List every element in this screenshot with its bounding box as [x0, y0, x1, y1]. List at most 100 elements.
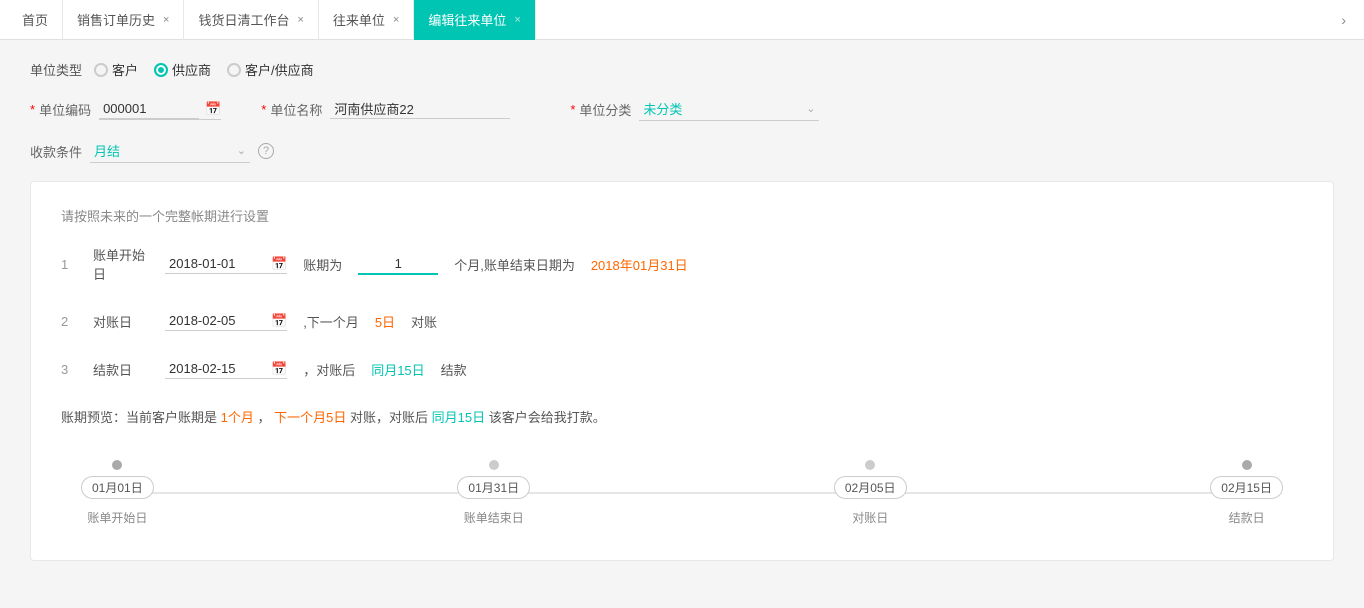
panel-hint: 请按照未来的一个完整帐期进行设置: [61, 206, 1303, 225]
unit-type-field: 单位类型 客户 供应商 客户/供应商: [30, 60, 314, 79]
reconcile-date-input-wrapper: 📅: [165, 311, 287, 331]
tab-partner-close[interactable]: ×: [393, 14, 399, 26]
setting-row-1: 1 账单开始日 📅 账期为 个月,账单结束日期为 2018年01月31日: [61, 245, 1303, 283]
start-date-input-wrapper: 📅: [165, 254, 287, 274]
payment-condition-value: 月结: [94, 141, 233, 160]
payment-date-input[interactable]: [165, 359, 265, 378]
payment-condition-field: 收款条件 月结 ⌄ ?: [30, 139, 274, 163]
node-caption-end: 账单结束日: [464, 509, 524, 526]
unit-category-required: *: [570, 102, 575, 117]
timeline: 01月01日 账单开始日 01月31日 账单结束日 02月05日 对账日 02月…: [61, 450, 1303, 536]
preview-mid: 对账，对账后: [350, 410, 428, 425]
row-num-3: 3: [61, 362, 81, 377]
unit-type-radio-group: 客户 供应商 客户/供应商: [94, 60, 314, 79]
unit-category-field: * 单位分类 未分类 ⌄: [570, 97, 819, 121]
preview-comma1: ，: [258, 410, 271, 425]
unit-code-input-wrapper: 📅: [99, 99, 221, 120]
settings-panel: 请按照未来的一个完整帐期进行设置 1 账单开始日 📅 账期为 个月,账单结束日期…: [30, 181, 1334, 561]
preview-part2: 下一个月5日: [274, 410, 346, 425]
payment-suffix: 结款: [441, 360, 467, 379]
row-num-1: 1: [61, 257, 81, 272]
preview-part3: 同月15日: [432, 410, 485, 425]
payment-condition-row: 收款条件 月结 ⌄ ?: [30, 139, 1334, 163]
unit-code-field: * 单位编码 📅: [30, 99, 221, 120]
tab-sales-history[interactable]: 销售订单历史 ×: [63, 0, 184, 40]
tabs-bar: 首页 销售订单历史 × 钱货日清工作台 × 往来单位 × 编辑往来单位 × ›: [0, 0, 1364, 40]
period-label: 账期为: [303, 255, 342, 274]
node-label-reconcile: 02月05日: [834, 476, 907, 499]
row-type-3: 结款日: [93, 360, 153, 379]
node-dot-reconcile: [865, 460, 875, 470]
unit-code-input[interactable]: [99, 99, 199, 119]
radio-supplier[interactable]: 供应商: [154, 60, 211, 79]
node-dot-start: [112, 460, 122, 470]
row-num-2: 2: [61, 314, 81, 329]
reconcile-highlight: 5日: [375, 312, 395, 331]
timeline-nodes: 01月01日 账单开始日 01月31日 账单结束日 02月05日 对账日 02月…: [81, 460, 1283, 526]
reconcile-date-calendar-icon[interactable]: 📅: [271, 313, 287, 329]
node-caption-payment: 结款日: [1229, 509, 1265, 526]
row-type-2: 对账日: [93, 312, 153, 331]
unit-name-input[interactable]: [330, 99, 510, 119]
node-caption-start: 账单开始日: [87, 509, 147, 526]
unit-name-label: 单位名称: [270, 100, 322, 119]
tab-edit-partner[interactable]: 编辑往来单位 ×: [414, 0, 535, 40]
unit-type-label: 单位类型: [30, 60, 82, 79]
payment-condition-dropdown-arrow: ⌄: [237, 144, 246, 157]
reconcile-date-input[interactable]: [165, 311, 265, 330]
timeline-node-end: 01月31日 账单结束日: [457, 460, 530, 526]
node-label-payment: 02月15日: [1210, 476, 1283, 499]
reconcile-suffix: 对账: [411, 312, 437, 331]
period-suffix: 个月,账单结束日期为: [454, 255, 575, 274]
unit-name-field: * 单位名称: [261, 99, 510, 119]
node-caption-reconcile: 对账日: [852, 509, 888, 526]
unit-category-select[interactable]: 未分类 ⌄: [639, 97, 819, 121]
payment-condition-label: 收款条件: [30, 142, 82, 161]
node-label-end: 01月31日: [457, 476, 530, 499]
unit-code-required: *: [30, 102, 35, 117]
node-dot-payment: [1242, 460, 1252, 470]
unit-name-required: *: [261, 102, 266, 117]
node-label-start: 01月01日: [81, 476, 154, 499]
tab-sales-history-close[interactable]: ×: [163, 14, 169, 26]
unit-category-label: 单位分类: [579, 100, 631, 119]
radio-customer-circle: [94, 63, 108, 77]
timeline-node-payment: 02月15日 结款日: [1210, 460, 1283, 526]
unit-info-row: * 单位编码 📅 * 单位名称 * 单位分类 未分类 ⌄: [30, 97, 1334, 121]
node-dot-end: [489, 460, 499, 470]
period-input[interactable]: [358, 254, 438, 275]
end-date-highlight: 2018年01月31日: [591, 255, 688, 274]
radio-supplier-circle: [154, 63, 168, 77]
page-content: 单位类型 客户 供应商 客户/供应商 * 单位编码: [0, 40, 1364, 581]
reconcile-prefix: ,下一个月: [303, 312, 359, 331]
payment-help-icon[interactable]: ?: [258, 143, 274, 159]
unit-category-arrow: ⌄: [806, 102, 815, 115]
unit-code-calendar-icon[interactable]: 📅: [205, 101, 221, 117]
preview-suffix: 该客户会给我打款。: [489, 410, 606, 425]
preview-part1: 1个月: [221, 410, 254, 425]
radio-both[interactable]: 客户/供应商: [227, 60, 314, 79]
start-date-calendar-icon[interactable]: 📅: [271, 256, 287, 272]
tab-cash-work[interactable]: 钱货日清工作台 ×: [184, 0, 318, 40]
payment-prefix: ，对账后: [303, 360, 355, 379]
unit-type-row: 单位类型 客户 供应商 客户/供应商: [30, 60, 1334, 79]
setting-row-2: 2 对账日 📅 ,下一个月 5日对账: [61, 311, 1303, 331]
tab-edit-partner-close[interactable]: ×: [514, 14, 520, 26]
setting-row-3: 3 结款日 📅 ，对账后同月15日结款: [61, 359, 1303, 379]
row-type-1: 账单开始日: [93, 245, 153, 283]
payment-highlight: 同月15日: [371, 360, 424, 379]
preview-text: 账期预览：当前客户账期是 1个月 ， 下一个月5日 对账，对账后 同月15日 该…: [61, 407, 1303, 426]
unit-code-label: 单位编码: [39, 100, 91, 119]
start-date-input[interactable]: [165, 254, 265, 273]
tab-partner[interactable]: 往来单位 ×: [319, 0, 414, 40]
unit-category-value: 未分类: [643, 99, 802, 118]
tab-cash-work-close[interactable]: ×: [297, 14, 303, 26]
tab-home[interactable]: 首页: [8, 0, 63, 40]
payment-date-input-wrapper: 📅: [165, 359, 287, 379]
radio-customer[interactable]: 客户: [94, 60, 138, 79]
payment-date-calendar-icon[interactable]: 📅: [271, 361, 287, 377]
payment-condition-select[interactable]: 月结 ⌄: [90, 139, 250, 163]
preview-prefix: 账期预览：当前客户账期是: [61, 410, 217, 425]
timeline-node-reconcile: 02月05日 对账日: [834, 460, 907, 526]
tabs-more-button[interactable]: ›: [1331, 12, 1356, 28]
